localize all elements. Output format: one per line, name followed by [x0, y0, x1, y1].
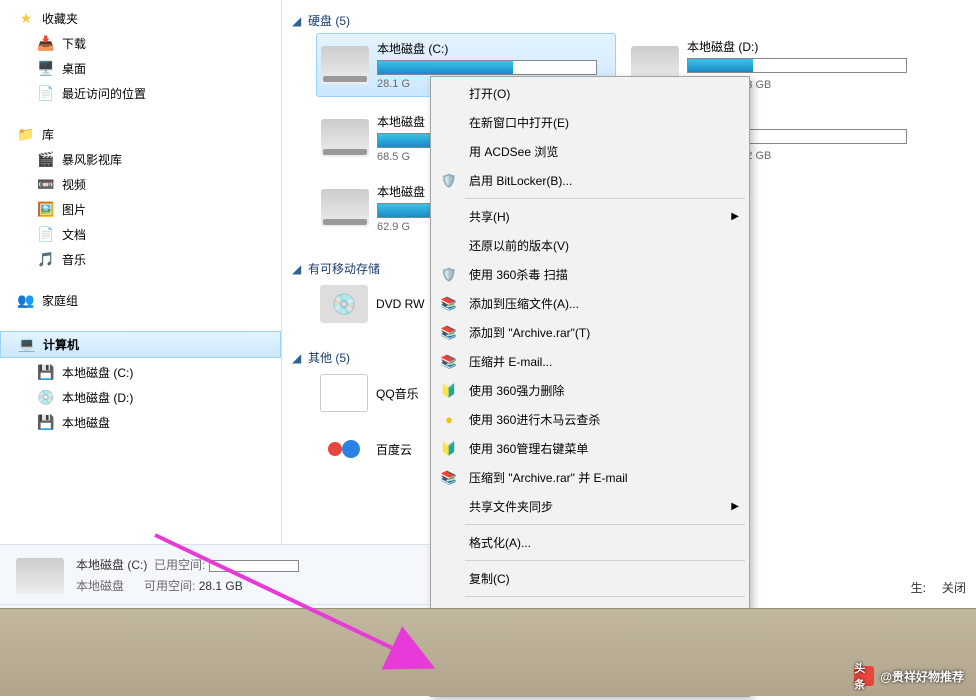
drive-icon: 💿 — [38, 390, 54, 406]
video-icon: 🎬 — [38, 152, 54, 168]
sidebar-documents[interactable]: 📄文档 — [0, 222, 281, 247]
context-menu: 打开(O) 在新窗口中打开(E) 用 ACDSee 浏览 🛡️启用 BitLoc… — [430, 76, 750, 697]
shield-icon: 🛡️ — [441, 267, 457, 283]
document-icon — [320, 374, 368, 412]
sidebar-music[interactable]: 🎵音乐 — [0, 247, 281, 272]
sidebar-drive-c[interactable]: 💾本地磁盘 (C:) — [0, 360, 281, 385]
baidu-icon — [320, 430, 368, 468]
star-icon: ★ — [18, 11, 34, 27]
caret-icon: ◢ — [292, 262, 304, 276]
ctx-add-to-rar[interactable]: 📚添加到 "Archive.rar"(T) — [433, 318, 747, 347]
chevron-right-icon: ▶ — [731, 501, 739, 512]
music-icon: 🎵 — [38, 252, 54, 268]
separator — [465, 524, 745, 525]
sidebar-computer[interactable]: 💻计算机 — [0, 331, 281, 358]
sidebar-downloads[interactable]: 📥下载 — [0, 31, 281, 56]
sidebar-drive-e[interactable]: 💾本地磁盘 — [0, 410, 281, 435]
sidebar-video-library[interactable]: 🎬暴风影视库 — [0, 147, 281, 172]
favorites-group[interactable]: ★收藏夹 — [0, 6, 281, 31]
ctx-open[interactable]: 打开(O) — [433, 79, 747, 108]
recent-icon: 📄 — [38, 86, 54, 102]
ctx-open-new-window[interactable]: 在新窗口中打开(E) — [433, 108, 747, 137]
ctx-prev-versions[interactable]: 还原以前的版本(V) — [433, 231, 747, 260]
details-pane: 本地磁盘 (C:) 已用空间: 本地磁盘 可用空间: 28.1 GB — [0, 544, 430, 608]
archive-icon: 📚 — [441, 354, 457, 370]
folder-icon: 📁 — [18, 127, 34, 143]
ctx-share[interactable]: 共享(H)▶ — [433, 202, 747, 231]
download-icon: 📥 — [38, 36, 54, 52]
ctx-360-trojan[interactable]: ●使用 360进行木马云查杀 — [433, 405, 747, 434]
dvd-icon: 💿 — [320, 285, 368, 323]
section-disks[interactable]: ◢硬盘 (5) — [292, 8, 966, 33]
computer-icon: 💻 — [19, 337, 35, 353]
archive-icon: 📚 — [441, 296, 457, 312]
separator — [465, 560, 745, 561]
archive-icon: 📚 — [441, 325, 457, 341]
logo-icon: 头条 — [854, 666, 874, 686]
separator — [465, 596, 745, 597]
desktop-icon: 🖥️ — [38, 61, 54, 77]
usage-bar — [377, 60, 597, 75]
ctx-add-archive[interactable]: 📚添加到压缩文件(A)... — [433, 289, 747, 318]
separator — [465, 198, 745, 199]
caret-icon: ◢ — [292, 351, 304, 365]
drive-icon — [321, 189, 369, 227]
caret-icon: ◢ — [292, 14, 304, 28]
sidebar-drive-d[interactable]: 💿本地磁盘 (D:) — [0, 385, 281, 410]
shield-icon: 🛡️ — [441, 173, 457, 189]
archive-icon: 📚 — [441, 470, 457, 486]
sidebar-desktop[interactable]: 🖥️桌面 — [0, 56, 281, 81]
libraries-group[interactable]: 📁库 — [0, 122, 281, 147]
video-icon: 📼 — [38, 177, 54, 193]
settings-icon: 🔰 — [441, 441, 457, 457]
ctx-share-sync[interactable]: 共享文件夹同步▶ — [433, 492, 747, 521]
drive-icon: 💾 — [38, 415, 54, 431]
homegroup-icon: 👥 — [18, 293, 34, 309]
ctx-360-menu-manage[interactable]: 🔰使用 360管理右键菜单 — [433, 434, 747, 463]
drive-icon: 💾 — [38, 365, 54, 381]
taskbar-background — [0, 608, 976, 696]
delete-icon: 🔰 — [441, 383, 457, 399]
sidebar-pictures[interactable]: 🖼️图片 — [0, 197, 281, 222]
watermark: 头条 @贵祥好物推荐 — [854, 666, 964, 686]
sidebar-video[interactable]: 📼视频 — [0, 172, 281, 197]
ctx-compress-email[interactable]: 📚压缩并 E-mail... — [433, 347, 747, 376]
usage-bar — [209, 560, 299, 572]
ctx-acdsee[interactable]: 用 ACDSee 浏览 — [433, 137, 747, 166]
ctx-format[interactable]: 格式化(A)... — [433, 528, 747, 557]
homegroup[interactable]: 👥家庭组 — [0, 288, 281, 313]
drive-icon — [321, 46, 369, 84]
ctx-copy[interactable]: 复制(C) — [433, 564, 747, 593]
pictures-icon: 🖼️ — [38, 202, 54, 218]
drive-icon — [16, 558, 64, 594]
documents-icon: 📄 — [38, 227, 54, 243]
usage-bar — [687, 58, 907, 73]
sidebar-recent[interactable]: 📄最近访问的位置 — [0, 81, 281, 106]
ctx-360-scan[interactable]: 🛡️使用 360杀毒 扫描 — [433, 260, 747, 289]
ctx-360-force-delete[interactable]: 🔰使用 360强力删除 — [433, 376, 747, 405]
right-status-bar: 生: 关闭 — [911, 579, 966, 596]
scan-icon: ● — [441, 412, 457, 428]
drive-icon — [321, 119, 369, 157]
ctx-bitlocker[interactable]: 🛡️启用 BitLocker(B)... — [433, 166, 747, 195]
ctx-compress-rar-email[interactable]: 📚压缩到 "Archive.rar" 并 E-mail — [433, 463, 747, 492]
chevron-right-icon: ▶ — [731, 211, 739, 222]
